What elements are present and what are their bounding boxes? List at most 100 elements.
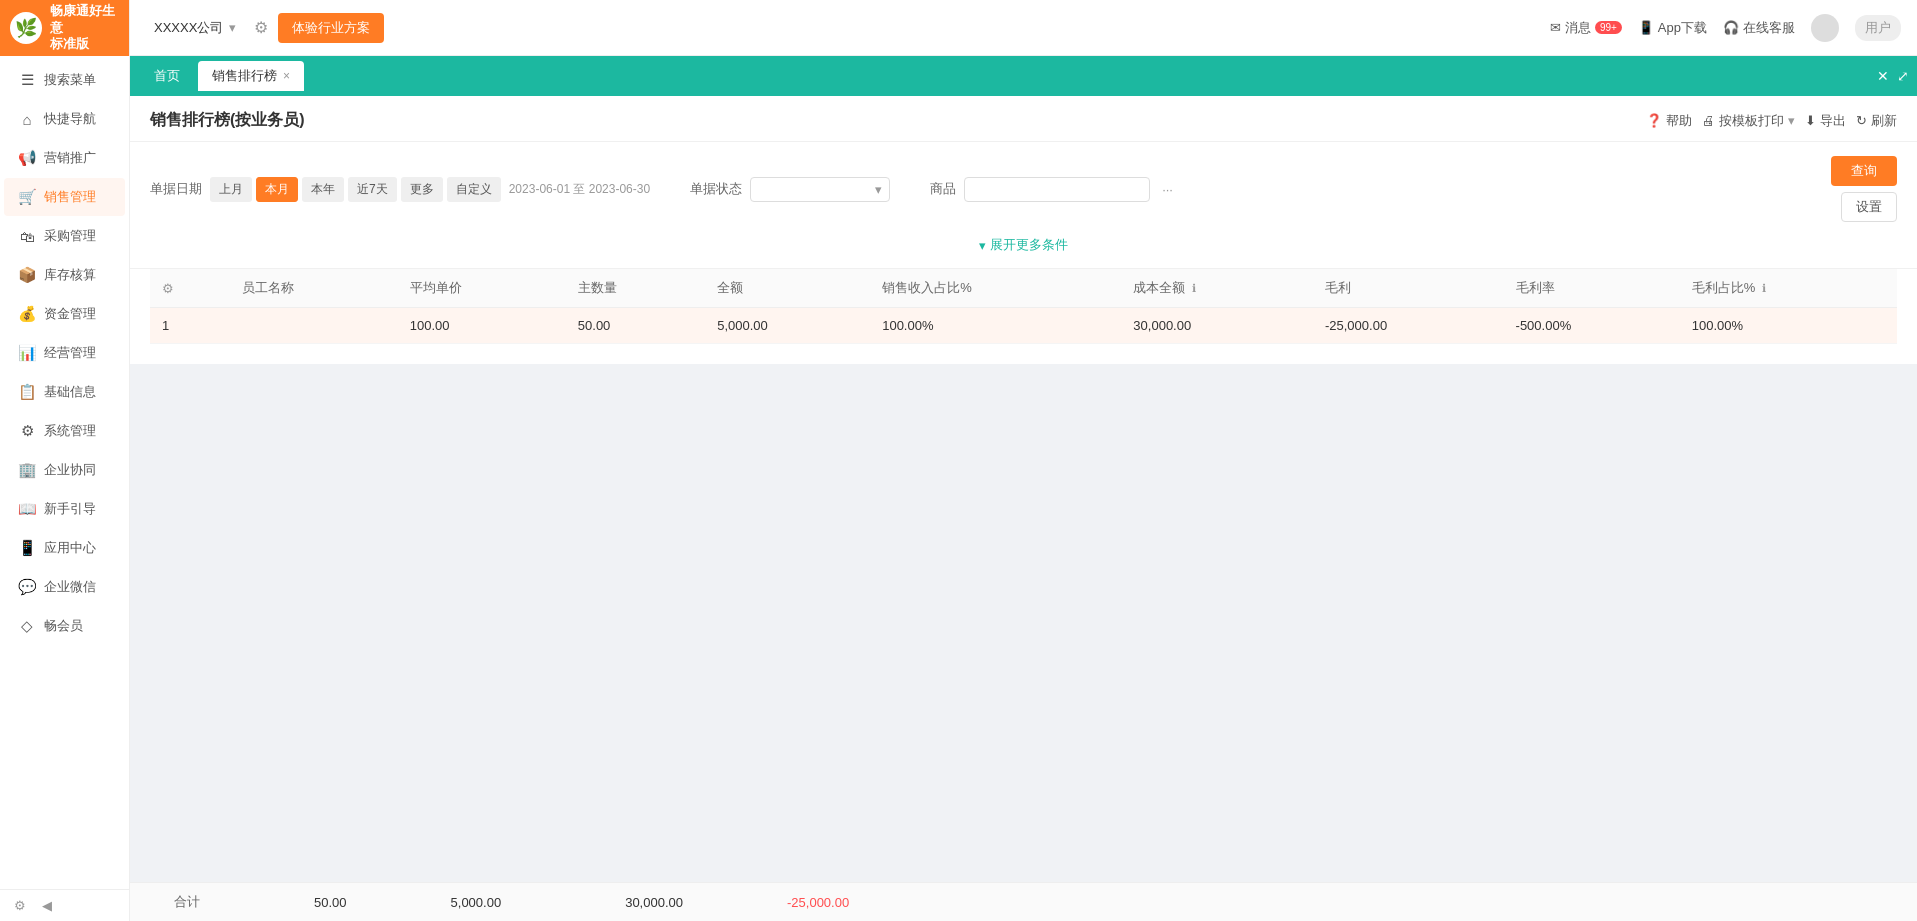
filter-area: 单据日期 上月 本月 本年 近7天 更多 自定义 2023-06-01 至 20… — [130, 142, 1917, 269]
operations-icon: 📊 — [18, 344, 36, 362]
table-body: 1 100.00 50.00 5,000.00 100.00% 30,000.0… — [150, 308, 1897, 344]
window-expand-icon[interactable]: ⤢ — [1897, 68, 1909, 84]
status-select[interactable] — [750, 177, 890, 202]
footer-main-qty: 50.00 — [302, 895, 359, 910]
cell-main-qty: 50.00 — [566, 308, 705, 344]
data-table: ⚙ 员工名称 平均单价 主数量 — [150, 269, 1897, 344]
main-area: XXXXX公司 ▾ ⚙ 体验行业方案 ✉ 消息 99+ 📱 App下载 🎧 在线… — [130, 0, 1917, 921]
col-settings[interactable]: ⚙ — [150, 269, 230, 308]
sidebar-item-finance[interactable]: 💰 资金管理 — [4, 295, 125, 333]
col-main-qty: 主数量 — [566, 269, 705, 308]
date-btn-this-month[interactable]: 本月 — [256, 177, 298, 202]
wechat-icon: 💬 — [18, 578, 36, 596]
sidebar-item-app-center[interactable]: 📱 应用中心 — [4, 529, 125, 567]
app-center-icon: 📱 — [18, 539, 36, 557]
export-btn[interactable]: ⬇ 导出 — [1805, 112, 1846, 130]
page: 销售排行榜(按业务员) ❓ 帮助 🖨 按模板打印 ▾ ⬇ 导出 — [130, 96, 1917, 364]
table-settings-icon[interactable]: ⚙ — [162, 281, 174, 296]
footer-cost-amount: 30,000.00 — [613, 895, 695, 910]
goods-input[interactable] — [964, 177, 1150, 202]
sidebar-item-purchase[interactable]: 🛍 采购管理 — [4, 217, 125, 255]
sales-icon: 🛒 — [18, 188, 36, 206]
date-btn-custom[interactable]: 自定义 — [447, 177, 501, 202]
enterprise-icon: 🏢 — [18, 461, 36, 479]
page-header: 销售排行榜(按业务员) ❓ 帮助 🖨 按模板打印 ▾ ⬇ 导出 — [130, 96, 1917, 142]
sidebar-collapse-icon[interactable]: ◀ — [42, 898, 52, 913]
sidebar-item-member[interactable]: ◇ 畅会员 — [4, 607, 125, 645]
cell-amount: 5,000.00 — [705, 308, 870, 344]
status-select-wrapper — [750, 177, 890, 202]
message-badge: 99+ — [1595, 21, 1622, 34]
export-icon: ⬇ — [1805, 113, 1816, 128]
sidebar-item-quick-nav[interactable]: ⌂ 快捷导航 — [4, 100, 125, 138]
status-label: 单据状态 — [690, 180, 742, 198]
col-amount: 全额 — [705, 269, 870, 308]
date-btn-last-7days[interactable]: 近7天 — [348, 177, 397, 202]
date-btn-more[interactable]: 更多 — [401, 177, 443, 202]
home-icon: ⌂ — [18, 111, 36, 128]
sidebar-item-marketing[interactable]: 📢 营销推广 — [4, 139, 125, 177]
sidebar-settings-icon[interactable]: ⚙ — [14, 898, 26, 913]
app-download-icon: 📱 — [1638, 20, 1654, 35]
sidebar-item-search[interactable]: ☰ 搜索菜单 — [4, 61, 125, 99]
company-selector[interactable]: XXXXX公司 ▾ — [146, 15, 244, 41]
sidebar-item-operations[interactable]: 📊 经营管理 — [4, 334, 125, 372]
more-dots[interactable]: ··· — [1158, 182, 1177, 197]
sidebar-item-system[interactable]: ⚙ 系统管理 — [4, 412, 125, 450]
cell-gross-pct: 100.00% — [1680, 308, 1897, 344]
setting-btn[interactable]: 设置 — [1841, 192, 1897, 222]
content-area: 销售排行榜(按业务员) ❓ 帮助 🖨 按模板打印 ▾ ⬇ 导出 — [130, 96, 1917, 882]
page-title: 销售排行榜(按业务员) — [150, 110, 305, 131]
message-btn[interactable]: ✉ 消息 99+ — [1550, 19, 1622, 37]
sidebar-item-inventory[interactable]: 📦 库存核算 — [4, 256, 125, 294]
footer-gross: -25,000.00 — [775, 895, 861, 910]
window-close-icon[interactable]: ✕ — [1877, 68, 1889, 84]
app-download-btn[interactable]: 📱 App下载 — [1638, 19, 1707, 37]
cell-gross: -25,000.00 — [1313, 308, 1504, 344]
marketing-icon: 📢 — [18, 149, 36, 167]
col-gross-rate: 毛利率 — [1504, 269, 1680, 308]
cost-info-icon[interactable]: ℹ — [1192, 282, 1196, 294]
system-icon: ⚙ — [18, 422, 36, 440]
tab-sales-rank[interactable]: 销售排行榜 × — [198, 61, 304, 91]
print-icon: 🖨 — [1702, 113, 1715, 128]
finance-icon: 💰 — [18, 305, 36, 323]
help-btn[interactable]: ❓ 帮助 — [1646, 112, 1692, 130]
sidebar-item-basic-info[interactable]: 📋 基础信息 — [4, 373, 125, 411]
cell-index: 1 — [150, 308, 230, 344]
avatar[interactable] — [1811, 14, 1839, 42]
settings-gear-icon[interactable]: ⚙ — [254, 18, 268, 37]
filter-row-1: 单据日期 上月 本月 本年 近7天 更多 自定义 2023-06-01 至 20… — [150, 156, 1897, 222]
inventory-icon: 📦 — [18, 266, 36, 284]
tab-close-icon[interactable]: × — [283, 69, 290, 83]
sidebar: 🌿 畅康通好生意 标准版 ☰ 搜索菜单 ⌂ 快捷导航 📢 营销推广 🛒 销售管理… — [0, 0, 130, 921]
online-service-btn[interactable]: 🎧 在线客服 — [1723, 19, 1795, 37]
search-menu-icon: ☰ — [18, 71, 36, 89]
date-filter: 单据日期 上月 本月 本年 近7天 更多 自定义 2023-06-01 至 20… — [150, 177, 650, 202]
query-btn[interactable]: 查询 — [1831, 156, 1897, 186]
refresh-btn[interactable]: ↻ 刷新 — [1856, 112, 1897, 130]
print-btn[interactable]: 🖨 按模板打印 ▾ — [1702, 112, 1795, 130]
topbar-right: ✉ 消息 99+ 📱 App下载 🎧 在线客服 用户 — [1550, 14, 1901, 42]
sidebar-item-enterprise[interactable]: 🏢 企业协同 — [4, 451, 125, 489]
industry-btn[interactable]: 体验行业方案 — [278, 13, 384, 43]
date-btn-last-month[interactable]: 上月 — [210, 177, 252, 202]
logo-text: 畅康通好生意 标准版 — [50, 3, 119, 54]
sidebar-item-sales[interactable]: 🛒 销售管理 — [4, 178, 125, 216]
tab-home[interactable]: 首页 — [138, 61, 196, 91]
tabbar: 首页 销售排行榜 × ✕ ⤢ — [130, 56, 1917, 96]
logo-icon: 🌿 — [10, 12, 42, 44]
sidebar-item-wechat[interactable]: 💬 企业微信 — [4, 568, 125, 606]
gross-pct-info-icon[interactable]: ℹ — [1762, 282, 1766, 294]
sidebar-logo: 🌿 畅康通好生意 标准版 — [0, 0, 129, 56]
basic-info-icon: 📋 — [18, 383, 36, 401]
sidebar-item-guide[interactable]: 📖 新手引导 — [4, 490, 125, 528]
date-btn-this-year[interactable]: 本年 — [302, 177, 344, 202]
topbar: XXXXX公司 ▾ ⚙ 体验行业方案 ✉ 消息 99+ 📱 App下载 🎧 在线… — [130, 0, 1917, 56]
col-gross: 毛利 — [1313, 269, 1504, 308]
refresh-icon: ↻ — [1856, 113, 1867, 128]
expand-btn[interactable]: ▾ 展开更多条件 — [979, 236, 1068, 254]
goods-filter: 商品 ··· — [930, 177, 1177, 202]
col-cost-amount: 成本全额 ℹ — [1121, 269, 1313, 308]
table-wrapper: ⚙ 员工名称 平均单价 主数量 — [130, 269, 1917, 364]
